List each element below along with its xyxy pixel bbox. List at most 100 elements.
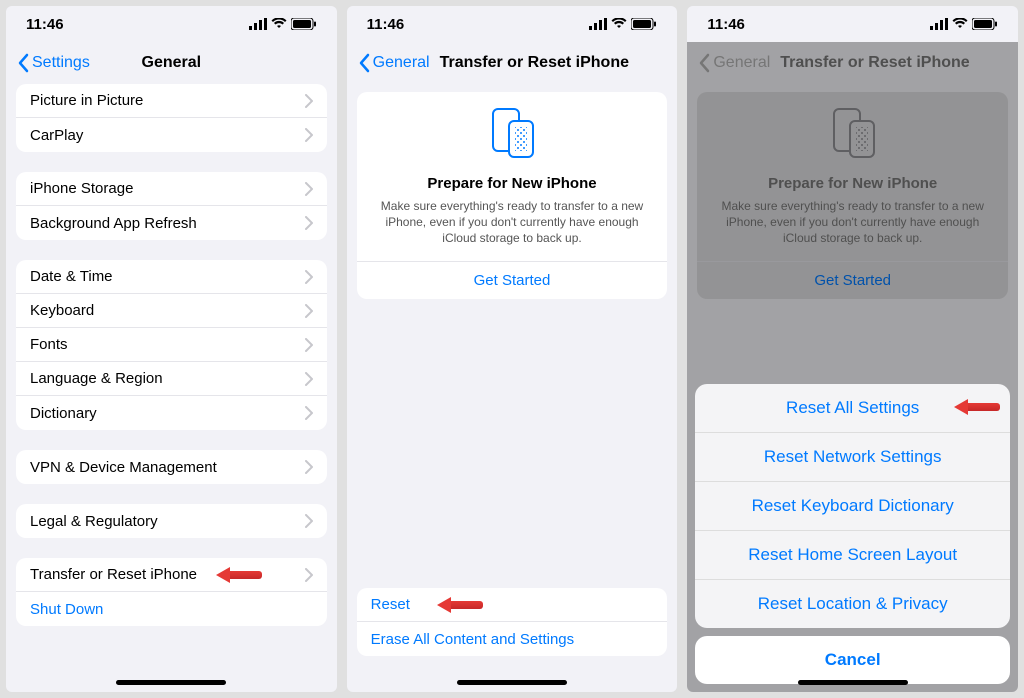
row-label: Keyboard <box>30 302 305 319</box>
row-language-region[interactable]: Language & Region <box>16 362 327 396</box>
prepare-title: Prepare for New iPhone <box>711 175 994 192</box>
row-label: VPN & Device Management <box>30 459 305 476</box>
screenshot-reset-action-sheet: 11:46 General Transfer or Reset iPhone P… <box>687 6 1018 692</box>
home-indicator <box>687 672 1018 692</box>
settings-group: Date & Time Keyboard Fonts Language & Re… <box>16 260 327 430</box>
nav-bar: Settings General <box>6 42 337 84</box>
row-label: Reset <box>371 596 654 613</box>
devices-icon <box>823 108 883 160</box>
status-time: 11:46 <box>367 16 405 33</box>
chevron-right-icon <box>305 270 313 284</box>
row-picture-in-picture[interactable]: Picture in Picture <box>16 84 327 118</box>
row-carplay[interactable]: CarPlay <box>16 118 327 152</box>
back-label: Settings <box>32 54 90 72</box>
row-label: Background App Refresh <box>30 215 305 232</box>
row-shut-down[interactable]: Shut Down <box>16 592 327 626</box>
row-label: Fonts <box>30 336 305 353</box>
prepare-title: Prepare for New iPhone <box>371 175 654 192</box>
sheet-btn-label: Reset Location & Privacy <box>758 594 948 613</box>
status-time: 11:46 <box>707 16 745 33</box>
chevron-right-icon <box>305 460 313 474</box>
sheet-cancel-label: Cancel <box>825 650 881 669</box>
row-label: Legal & Regulatory <box>30 513 305 530</box>
chevron-right-icon <box>305 406 313 420</box>
settings-group: Legal & Regulatory <box>16 504 327 538</box>
row-fonts[interactable]: Fonts <box>16 328 327 362</box>
row-label: Erase All Content and Settings <box>371 631 654 648</box>
get-started-button: Get Started <box>697 261 1008 299</box>
nav-title: Transfer or Reset iPhone <box>440 54 629 72</box>
sheet-reset-network[interactable]: Reset Network Settings <box>695 433 1010 482</box>
row-label: Transfer or Reset iPhone <box>30 566 305 583</box>
chevron-right-icon <box>305 372 313 386</box>
prepare-card: Prepare for New iPhone Make sure everyth… <box>697 92 1008 299</box>
row-dictionary[interactable]: Dictionary <box>16 396 327 430</box>
prepare-card: Prepare for New iPhone Make sure everyth… <box>357 92 668 299</box>
row-label: Dictionary <box>30 405 305 422</box>
row-reset[interactable]: Reset <box>357 588 668 622</box>
chevron-right-icon <box>305 216 313 230</box>
row-date-time[interactable]: Date & Time <box>16 260 327 294</box>
row-erase-all[interactable]: Erase All Content and Settings <box>357 622 668 656</box>
chevron-right-icon <box>305 94 313 108</box>
row-label: Date & Time <box>30 268 305 285</box>
back-button[interactable]: General <box>357 53 430 73</box>
home-indicator <box>6 672 337 692</box>
row-iphone-storage[interactable]: iPhone Storage <box>16 172 327 206</box>
sheet-btn-label: Reset Home Screen Layout <box>748 545 957 564</box>
chevron-right-icon <box>305 568 313 582</box>
row-transfer-or-reset[interactable]: Transfer or Reset iPhone <box>16 558 327 592</box>
chevron-right-icon <box>305 182 313 196</box>
prepare-desc: Make sure everything's ready to transfer… <box>711 198 994 247</box>
annotation-arrow-icon <box>954 399 1000 415</box>
settings-group: Picture in Picture CarPlay <box>16 84 327 152</box>
screenshot-transfer-reset: 11:46 General Transfer or Reset iPhone P… <box>347 6 678 692</box>
row-label: iPhone Storage <box>30 180 305 197</box>
nav-bar: General Transfer or Reset iPhone <box>687 42 1018 84</box>
row-label: Picture in Picture <box>30 92 305 109</box>
sheet-reset-home-layout[interactable]: Reset Home Screen Layout <box>695 531 1010 580</box>
sheet-reset-location-privacy[interactable]: Reset Location & Privacy <box>695 580 1010 628</box>
chevron-right-icon <box>305 304 313 318</box>
row-vpn-device-management[interactable]: VPN & Device Management <box>16 450 327 484</box>
sheet-btn-label: Reset Keyboard Dictionary <box>752 496 954 515</box>
row-background-app-refresh[interactable]: Background App Refresh <box>16 206 327 240</box>
nav-title: Transfer or Reset iPhone <box>780 54 969 72</box>
annotation-arrow-icon <box>216 567 262 583</box>
row-label: CarPlay <box>30 127 305 144</box>
sheet-reset-keyboard-dict[interactable]: Reset Keyboard Dictionary <box>695 482 1010 531</box>
settings-group: VPN & Device Management <box>16 450 327 484</box>
chevron-right-icon <box>305 514 313 528</box>
home-indicator <box>347 672 678 692</box>
sheet-reset-all-settings[interactable]: Reset All Settings <box>695 384 1010 433</box>
prepare-desc: Make sure everything's ready to transfer… <box>371 198 654 247</box>
status-bar: 11:46 <box>687 6 1018 42</box>
nav-bar: General Transfer or Reset iPhone <box>347 42 678 84</box>
devices-icon <box>482 108 542 160</box>
back-label: General <box>373 54 430 72</box>
chevron-right-icon <box>305 338 313 352</box>
row-legal-regulatory[interactable]: Legal & Regulatory <box>16 504 327 538</box>
chevron-right-icon <box>305 128 313 142</box>
status-icons <box>249 18 317 30</box>
back-label: General <box>713 54 770 72</box>
status-time: 11:46 <box>26 16 64 33</box>
sheet-btn-label: Reset All Settings <box>786 398 919 417</box>
row-label: Shut Down <box>30 601 313 618</box>
settings-group: Transfer or Reset iPhone Shut Down <box>16 558 327 626</box>
screenshot-general-settings: 11:46 Settings General Picture in Pictur… <box>6 6 337 692</box>
annotation-arrow-icon <box>437 597 483 613</box>
back-button: General <box>697 53 770 73</box>
reset-options-list: Reset Erase All Content and Settings <box>357 588 668 656</box>
row-keyboard[interactable]: Keyboard <box>16 294 327 328</box>
settings-group: iPhone Storage Background App Refresh <box>16 172 327 240</box>
back-button[interactable]: Settings <box>16 53 90 73</box>
get-started-button[interactable]: Get Started <box>357 261 668 299</box>
status-icons <box>589 18 657 30</box>
status-bar: 11:46 <box>347 6 678 42</box>
sheet-btn-label: Reset Network Settings <box>764 447 942 466</box>
row-label: Language & Region <box>30 370 305 387</box>
status-icons <box>930 18 998 30</box>
status-bar: 11:46 <box>6 6 337 42</box>
reset-action-sheet: Reset All Settings Reset Network Setting… <box>695 384 1010 684</box>
